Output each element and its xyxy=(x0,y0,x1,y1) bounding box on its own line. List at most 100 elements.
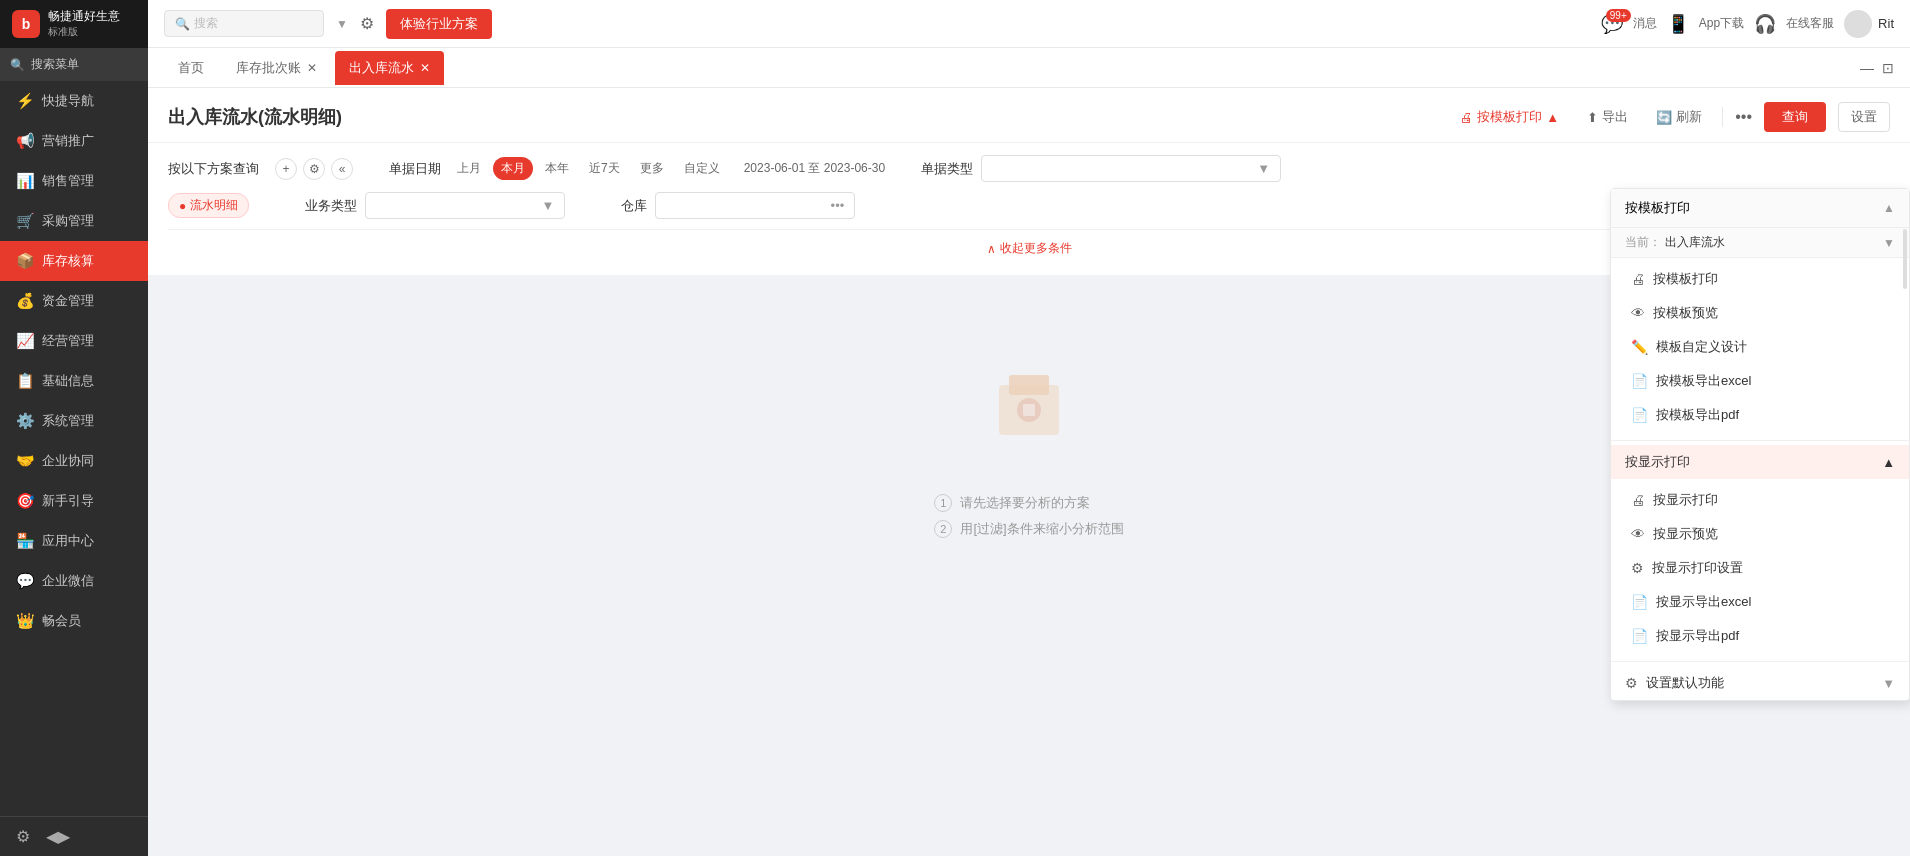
dropdown-divider-2 xyxy=(1611,661,1909,662)
dropdown-item-display-excel[interactable]: 📄 按显示导出excel xyxy=(1611,585,1909,619)
display-excel-label: 按显示导出excel xyxy=(1656,593,1751,611)
app-name: 畅捷通好生意 xyxy=(48,9,120,25)
add-filter-btn[interactable]: + xyxy=(275,158,297,180)
message-btn[interactable]: 💬 99+ xyxy=(1601,13,1623,35)
sidebar-item-operation[interactable]: 📈 经营管理 xyxy=(0,321,148,361)
sidebar-item-marketing[interactable]: 📢 营销推广 xyxy=(0,121,148,161)
topbar-search-dropdown[interactable]: ▼ xyxy=(336,17,348,31)
print-template-btn[interactable]: 🖨 按模板打印 ▲ xyxy=(1452,104,1567,130)
sidebar-item-quick-nav[interactable]: ⚡ 快捷导航 xyxy=(0,81,148,121)
doc-type-filter: 单据类型 ▼ xyxy=(921,155,1281,182)
tab-minimize-icon[interactable]: — xyxy=(1860,60,1874,76)
hint-item-1: 1 请先选择要分析的方案 xyxy=(934,494,1123,512)
tab-batch-account[interactable]: 库存批次账 ✕ xyxy=(222,51,331,85)
empty-icon xyxy=(979,355,1079,474)
collapse-filter-btn[interactable]: « xyxy=(331,158,353,180)
settings-filter-btn[interactable]: ⚙ xyxy=(303,158,325,180)
tab-home[interactable]: 首页 xyxy=(164,51,218,85)
collapse-icon[interactable]: ◀▶ xyxy=(46,827,70,846)
sidebar-item-label: 企业微信 xyxy=(42,572,94,590)
date-tab-thismonth[interactable]: 本月 xyxy=(493,157,533,180)
query-button[interactable]: 查询 xyxy=(1764,102,1826,132)
setting-button[interactable]: 设置 xyxy=(1838,102,1890,132)
flow-detail-tag[interactable]: ● 流水明细 xyxy=(168,193,249,218)
warehouse-select[interactable]: ••• xyxy=(655,192,855,219)
display-print-icon: 🖨 xyxy=(1631,492,1645,508)
date-tab-7days[interactable]: 近7天 xyxy=(581,157,628,180)
dropdown-scrollbar[interactable] xyxy=(1903,229,1907,289)
biz-type-select[interactable]: ▼ xyxy=(365,192,565,219)
empty-hints: 1 请先选择要分析的方案 2 用[过滤]条件来缩小分析范围 xyxy=(934,494,1123,538)
sidebar-item-sales[interactable]: 📊 销售管理 xyxy=(0,161,148,201)
current-template-row: 当前： 出入库流水 ▼ xyxy=(1611,228,1909,258)
sidebar-item-enterprise[interactable]: 🤝 企业协同 xyxy=(0,441,148,481)
sidebar-item-purchase[interactable]: 🛒 采购管理 xyxy=(0,201,148,241)
sidebar-item-wechat[interactable]: 💬 企业微信 xyxy=(0,561,148,601)
tab-maximize-icon[interactable]: ⊡ xyxy=(1882,60,1894,76)
sidebar-item-finance[interactable]: 💰 资金管理 xyxy=(0,281,148,321)
sidebar-item-apps[interactable]: 🏪 应用中心 xyxy=(0,521,148,561)
online-service-label[interactable]: 在线客服 xyxy=(1786,15,1834,32)
date-tab-more[interactable]: 更多 xyxy=(632,157,672,180)
collapse-arrow: ∧ xyxy=(987,242,996,256)
sidebar-search[interactable]: 🔍 搜索菜单 xyxy=(0,48,148,81)
print-dropdown-header[interactable]: 按模板打印 ▲ xyxy=(1611,189,1909,228)
dropdown-item-template-custom[interactable]: ✏️ 模板自定义设计 xyxy=(1611,330,1909,364)
service-icon: 🎧 xyxy=(1754,13,1776,35)
dropdown-item-display-preview[interactable]: 👁 按显示预览 xyxy=(1611,517,1909,551)
quick-nav-icon: ⚡ xyxy=(16,92,34,110)
sidebar-item-label: 基础信息 xyxy=(42,372,94,390)
sidebar-item-inventory[interactable]: 📦 库存核算 xyxy=(0,241,148,281)
display-print-header[interactable]: 按显示打印 ▲ xyxy=(1611,445,1909,479)
doc-type-label: 单据类型 xyxy=(921,160,973,178)
svg-rect-1 xyxy=(1009,375,1049,395)
date-tab-custom[interactable]: 自定义 xyxy=(676,157,728,180)
sidebar-item-label: 快捷导航 xyxy=(42,92,94,110)
app-version: 标准版 xyxy=(48,25,120,39)
sidebar-item-system[interactable]: ⚙️ 系统管理 xyxy=(0,401,148,441)
date-tab-lastmonth[interactable]: 上月 xyxy=(449,157,489,180)
sidebar-item-guide[interactable]: 🎯 新手引导 xyxy=(0,481,148,521)
tab-flow[interactable]: 出入库流水 ✕ xyxy=(335,51,444,85)
enterprise-icon: 🤝 xyxy=(16,452,34,470)
purchase-icon: 🛒 xyxy=(16,212,34,230)
user-name: Rit xyxy=(1878,16,1894,31)
refresh-btn[interactable]: 🔄 刷新 xyxy=(1648,104,1710,130)
guide-icon: 🎯 xyxy=(16,492,34,510)
collapse-btn[interactable]: ∧ 收起更多条件 xyxy=(967,234,1092,263)
sidebar-item-basic[interactable]: 📋 基础信息 xyxy=(0,361,148,401)
tab-bar: 首页 库存批次账 ✕ 出入库流水 ✕ — ⊡ xyxy=(148,48,1910,88)
topbar-setting-icon[interactable]: ⚙ xyxy=(360,14,374,33)
biz-type-filter: 业务类型 ▼ xyxy=(305,192,565,219)
app-download-label[interactable]: App下载 xyxy=(1699,15,1744,32)
display-preview-icon: 👁 xyxy=(1631,526,1645,542)
settings-icon[interactable]: ⚙ xyxy=(16,827,30,846)
tab-flow-close[interactable]: ✕ xyxy=(420,61,430,75)
tab-batch-close[interactable]: ✕ xyxy=(307,61,317,75)
hint-text-1: 请先选择要分析的方案 xyxy=(960,494,1090,512)
refresh-label: 刷新 xyxy=(1676,108,1702,126)
doc-type-select[interactable]: ▼ xyxy=(981,155,1281,182)
dropdown-item-display-print[interactable]: 🖨 按显示打印 xyxy=(1611,483,1909,517)
template-print-icon: 🖨 xyxy=(1631,271,1645,287)
inventory-icon: 📦 xyxy=(16,252,34,270)
export-btn[interactable]: ⬆ 导出 xyxy=(1579,104,1636,130)
dropdown-item-template-preview[interactable]: 👁 按模板预览 xyxy=(1611,296,1909,330)
logo-icon: b xyxy=(12,10,40,38)
user-avatar xyxy=(1844,10,1872,38)
dropdown-item-default-setting[interactable]: ⚙ 设置默认功能 ▼ xyxy=(1611,666,1909,700)
display-pdf-icon: 📄 xyxy=(1631,628,1648,644)
sidebar-item-member[interactable]: 👑 畅会员 xyxy=(0,601,148,641)
dropdown-item-template-pdf[interactable]: 📄 按模板导出pdf xyxy=(1611,398,1909,432)
dropdown-item-display-settings[interactable]: ⚙ 按显示打印设置 xyxy=(1611,551,1909,585)
date-tab-thisyear[interactable]: 本年 xyxy=(537,157,577,180)
ellipsis-btn[interactable]: ••• xyxy=(1735,108,1752,126)
dropdown-item-template-excel[interactable]: 📄 按模板导出excel xyxy=(1611,364,1909,398)
display-items: 🖨 按显示打印 👁 按显示预览 ⚙ 按显示打印设置 📄 按显示导出excel 📄 xyxy=(1611,479,1909,657)
user-profile[interactable]: Rit xyxy=(1844,10,1894,38)
tab-home-label: 首页 xyxy=(178,59,204,77)
industry-button[interactable]: 体验行业方案 xyxy=(386,9,492,39)
topbar-search-box[interactable]: 🔍 搜索 xyxy=(164,10,324,37)
dropdown-item-template-print[interactable]: 🖨 按模板打印 xyxy=(1611,262,1909,296)
dropdown-item-display-pdf[interactable]: 📄 按显示导出pdf xyxy=(1611,619,1909,653)
